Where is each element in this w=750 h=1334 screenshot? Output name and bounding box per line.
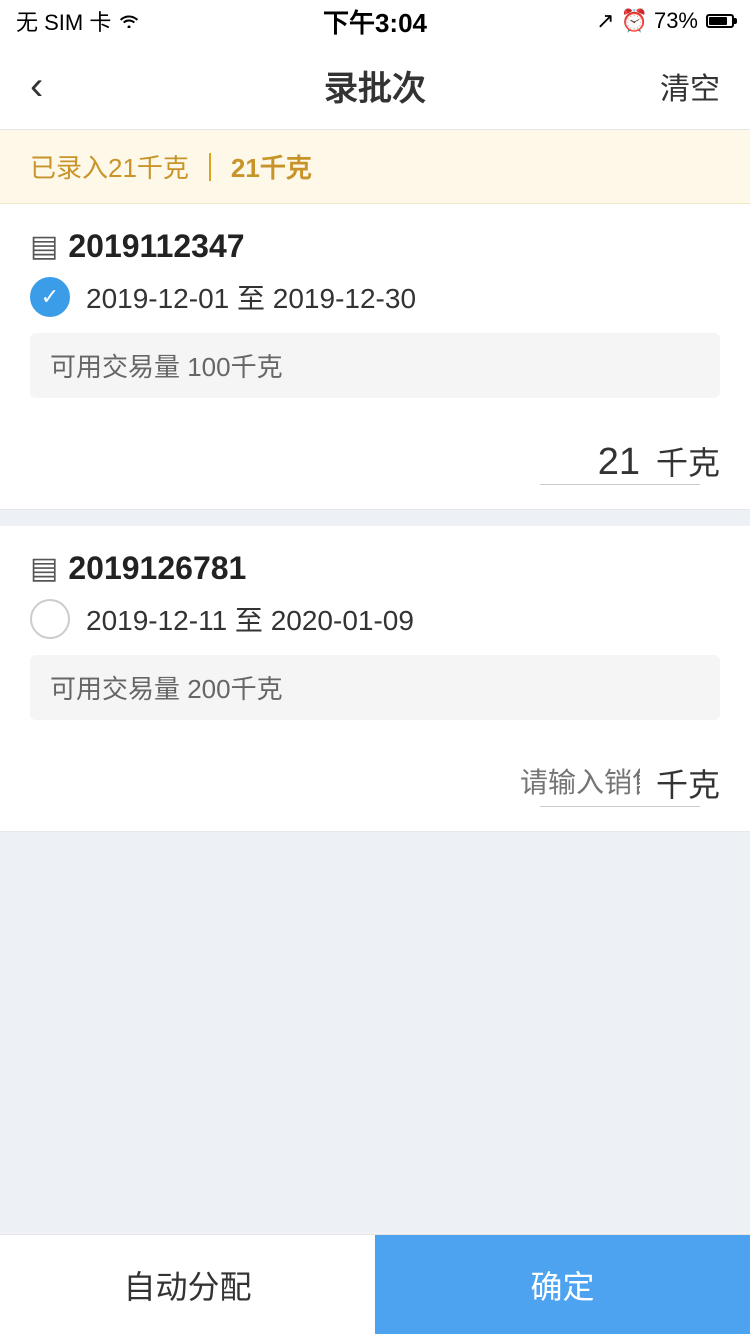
info-divider	[209, 153, 211, 181]
batch-2-radio[interactable]	[30, 599, 70, 639]
batch-2-date: 2019-12-11 至 2020-01-09	[86, 599, 414, 639]
batch-2-value-row: 千克	[520, 760, 720, 806]
batch-2-input-row: 千克	[0, 740, 750, 832]
batch-2-underline	[540, 806, 700, 807]
batch-2-availability: 可用交易量 200千克	[30, 655, 720, 720]
info-banner: 已录入21千克 21千克	[0, 130, 750, 204]
back-button[interactable]: ‹	[30, 66, 43, 106]
batch-card-1: ▤ 2019112347 ✓ 2019-12-01 至 2019-12-30 可…	[0, 204, 750, 510]
batch-2-icon: ▤	[30, 551, 58, 586]
batch-1-icon: ▤	[30, 229, 58, 264]
batch-1-unit: 千克	[656, 438, 720, 484]
batch-2-unit: 千克	[656, 760, 720, 806]
page-title: 录批次	[324, 61, 426, 110]
status-right: ↗ ⏰ 73%	[596, 8, 734, 34]
batch-card-2-inner: ▤ 2019126781 2019-12-11 至 2020-01-09 可用交…	[0, 526, 750, 740]
batch-1-quantity-row: 千克	[0, 418, 750, 510]
clear-button[interactable]: 清空	[660, 64, 720, 108]
content-area: ▤ 2019112347 ✓ 2019-12-01 至 2019-12-30 可…	[0, 204, 750, 1332]
radio-check-icon: ✓	[41, 286, 59, 308]
batch-2-header: ▤ 2019126781	[30, 550, 720, 587]
status-bar: 无 SIM 卡 下午3:04 ↗ ⏰ 73%	[0, 0, 750, 42]
wifi-icon	[119, 14, 139, 28]
batch-1-date: 2019-12-01 至 2019-12-30	[86, 277, 416, 317]
battery-percent: 73%	[654, 8, 698, 34]
batch-card-1-inner: ▤ 2019112347 ✓ 2019-12-01 至 2019-12-30 可…	[0, 204, 750, 418]
batch-1-quantity-input[interactable]	[520, 441, 640, 484]
sim-text: 无 SIM 卡	[16, 5, 111, 37]
recorded-label: 已录入21千克	[30, 148, 189, 185]
batch-2-date-row: 2019-12-11 至 2020-01-09	[30, 599, 720, 639]
nav-bar: ‹ 录批次 清空	[0, 42, 750, 130]
batch-1-underline	[540, 484, 700, 485]
batch-1-header: ▤ 2019112347	[30, 228, 720, 265]
batch-2-id: 2019126781	[68, 550, 246, 587]
batch-2-quantity-input[interactable]	[520, 767, 640, 799]
auto-distribute-button[interactable]: 自动分配	[0, 1235, 375, 1334]
batch-1-id: 2019112347	[68, 228, 244, 265]
confirm-button[interactable]: 确定	[375, 1235, 750, 1334]
empty-area	[0, 832, 750, 1232]
battery-icon	[706, 14, 734, 28]
batch-1-availability: 可用交易量 100千克	[30, 333, 720, 398]
alarm-icon: ⏰	[621, 8, 648, 34]
location-icon: ↗	[596, 8, 614, 34]
batch-1-value-row: 千克	[520, 438, 720, 484]
batch-2-input-container: 千克	[520, 760, 720, 815]
recorded-value: 21千克	[231, 148, 312, 185]
batch-1-quantity-container: 千克	[520, 438, 720, 493]
batch-1-date-row: ✓ 2019-12-01 至 2019-12-30	[30, 277, 720, 317]
section-separator	[0, 510, 750, 526]
status-time: 下午3:04	[323, 3, 427, 40]
status-left: 无 SIM 卡	[16, 5, 139, 37]
batch-card-2: ▤ 2019126781 2019-12-11 至 2020-01-09 可用交…	[0, 526, 750, 832]
batch-1-radio[interactable]: ✓	[30, 277, 70, 317]
bottom-buttons: 自动分配 确定	[0, 1234, 750, 1334]
